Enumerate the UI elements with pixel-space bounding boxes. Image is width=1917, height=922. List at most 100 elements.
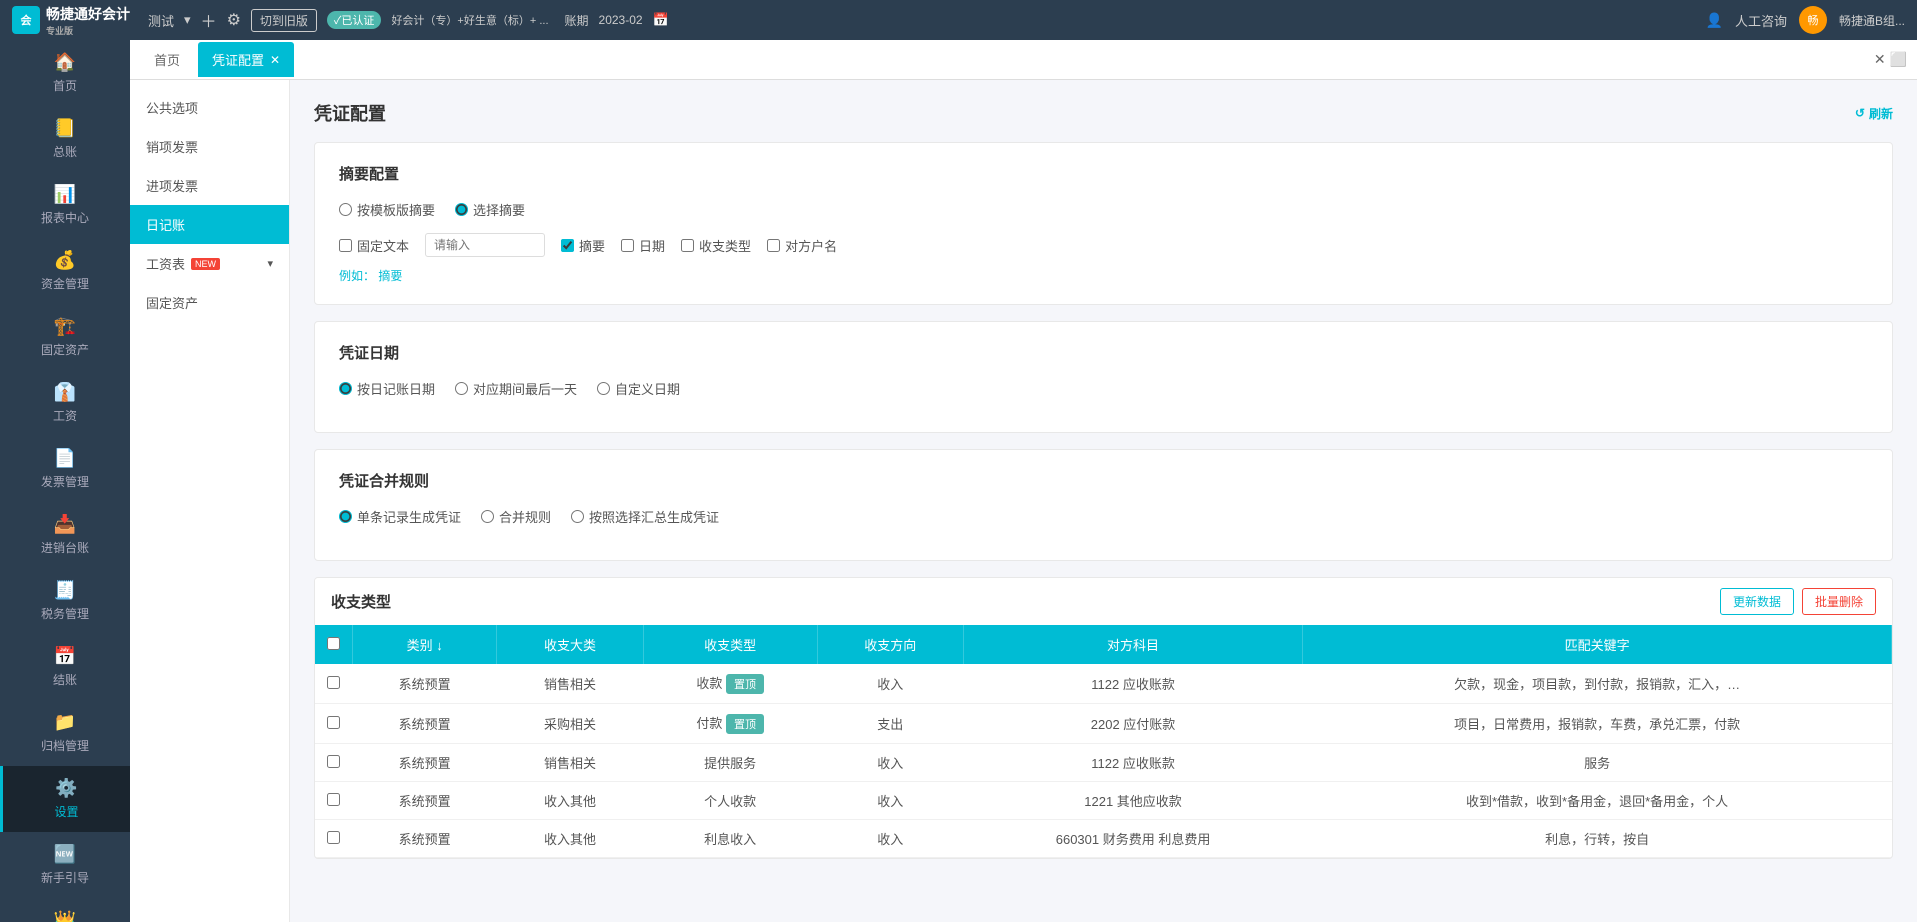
radio-last-day-input[interactable] [455, 382, 468, 395]
row2-checkbox[interactable] [327, 716, 340, 729]
radio-custom-date-input[interactable] [597, 382, 610, 395]
row3-checkbox[interactable] [327, 755, 340, 768]
sidebar-item-archive[interactable]: 📁 归档管理 [0, 700, 130, 766]
checkbox-type-input[interactable] [681, 239, 694, 252]
switch-version-button[interactable]: 切到旧版 [251, 9, 317, 32]
window-maximize-button[interactable]: ⬜ [1890, 51, 1907, 68]
sidebar-item-salary[interactable]: 👔 工资 [0, 370, 130, 436]
radio-template-input[interactable] [339, 203, 352, 216]
dropdown-icon[interactable]: ▾ [184, 12, 191, 28]
sidebar-label-guide: 新手引导 [41, 869, 89, 886]
row4-keywords: 收到*借款，收到*备用金，退回*备用金，个人 [1303, 782, 1892, 820]
radio-merge[interactable]: 合并规则 [481, 507, 551, 526]
radio-summary-gen-input[interactable] [571, 510, 584, 523]
row5-type: 利息收入 [643, 820, 817, 858]
row5-checkbox[interactable] [327, 831, 340, 844]
radio-merge-label: 合并规则 [499, 507, 551, 526]
checkbox-counterparty-input[interactable] [767, 239, 780, 252]
tab-voucher-config[interactable]: 凭证配置 ✕ [198, 42, 294, 77]
row1-reset-button[interactable]: 置顶 [726, 674, 764, 694]
row2-direction: 支出 [817, 704, 963, 744]
tab-close-icon[interactable]: ✕ [270, 53, 280, 67]
row1-keywords: 欠款，现金，项目款，到付款，报销款，汇入，… [1303, 664, 1892, 704]
left-nav-public-label: 公共选项 [146, 98, 198, 117]
select-all-checkbox[interactable] [327, 637, 340, 650]
checkbox-date-input[interactable] [621, 239, 634, 252]
left-nav-payroll-label: 工资表 [146, 254, 185, 273]
left-nav-fixed-assets[interactable]: 固定资产 [130, 283, 289, 322]
radio-merge-input[interactable] [481, 510, 494, 523]
left-nav-public[interactable]: 公共选项 [130, 88, 289, 127]
row3-keywords: 服务 [1303, 744, 1892, 782]
row5-checkbox-cell [315, 820, 353, 858]
sidebar-item-ledger[interactable]: 📒 总账 [0, 106, 130, 172]
sidebar-item-vip[interactable]: 👑 畅会员 [0, 898, 130, 922]
update-data-button[interactable]: 更新数据 [1720, 588, 1794, 615]
merge-section: 凭证合并规则 单条记录生成凭证 合并规则 按照选择汇总生成凭证 [314, 449, 1893, 561]
radio-summary-gen[interactable]: 按照选择汇总生成凭证 [571, 507, 719, 526]
sidebar-item-assets[interactable]: 🏗️ 固定资产 [0, 304, 130, 370]
page-title-text: 凭证配置 [314, 100, 386, 126]
help-icon: 👤 [1706, 12, 1723, 29]
row1-checkbox[interactable] [327, 676, 340, 689]
refresh-button[interactable]: ↺ 刷新 [1855, 105, 1893, 122]
logo: 会 畅捷通好会计 专业版 [12, 4, 130, 37]
radio-last-day[interactable]: 对应期间最后一天 [455, 379, 577, 398]
summary-section-title: 摘要配置 [339, 163, 1868, 184]
checkbox-counterparty[interactable]: 对方户名 [767, 236, 837, 255]
sidebar-item-guide[interactable]: 🆕 新手引导 [0, 832, 130, 898]
window-close-button[interactable]: ✕ [1874, 51, 1886, 68]
help-text[interactable]: 人工咨询 [1735, 11, 1787, 30]
radio-select[interactable]: 选择摘要 [455, 200, 525, 219]
radio-template[interactable]: 按模板版摘要 [339, 200, 435, 219]
sidebar-item-tax[interactable]: 🧾 税务管理 [0, 568, 130, 634]
checkbox-fixed-text[interactable]: 固定文本 [339, 236, 409, 255]
batch-delete-button[interactable]: 批量删除 [1802, 588, 1876, 615]
topbar-right: 👤 人工咨询 畅 畅捷通B组... [1706, 6, 1905, 34]
left-nav-sales-invoice[interactable]: 销项发票 [130, 127, 289, 166]
sidebar-item-home[interactable]: 🏠 首页 [0, 40, 130, 106]
sidebar-label-salary: 工资 [53, 407, 77, 424]
radio-custom-date[interactable]: 自定义日期 [597, 379, 680, 398]
row4-checkbox[interactable] [327, 793, 340, 806]
settings-gear-button[interactable]: ⚙ [227, 10, 241, 30]
radio-journal-date[interactable]: 按日记账日期 [339, 379, 435, 398]
avatar: 畅 [1799, 6, 1827, 34]
sidebar-item-finance[interactable]: 💰 资金管理 [0, 238, 130, 304]
payroll-arrow-icon: ▾ [267, 257, 273, 270]
row1-major: 销售相关 [497, 664, 643, 704]
checkbox-type[interactable]: 收支类型 [681, 236, 751, 255]
col-type-header: 收支类型 [643, 625, 817, 664]
sidebar-item-close[interactable]: 📅 结账 [0, 634, 130, 700]
table-actions: 更新数据 批量删除 [1720, 588, 1876, 615]
left-nav-journal[interactable]: 日记账 [130, 205, 289, 244]
sidebar-item-purchases[interactable]: 📥 进销台账 [0, 502, 130, 568]
radio-single-input[interactable] [339, 510, 352, 523]
radio-last-day-label: 对应期间最后一天 [473, 379, 577, 398]
calendar-icon[interactable]: 📅 [653, 12, 669, 28]
checkbox-date[interactable]: 日期 [621, 236, 665, 255]
radio-journal-date-input[interactable] [339, 382, 352, 395]
radio-single-label: 单条记录生成凭证 [357, 507, 461, 526]
checkbox-fixed-text-input[interactable] [339, 239, 352, 252]
radio-single[interactable]: 单条记录生成凭证 [339, 507, 461, 526]
sidebar-item-settings[interactable]: ⚙️ 设置 [0, 766, 130, 832]
tab-home[interactable]: 首页 [140, 42, 194, 77]
summary-section: 摘要配置 按模板版摘要 选择摘要 [314, 142, 1893, 305]
home-icon: 🏠 [54, 52, 76, 73]
sidebar: 🏠 首页 📒 总账 📊 报表中心 💰 资金管理 🏗️ 固定资产 👔 工资 📄 发… [0, 40, 130, 922]
row2-reset-button[interactable]: 置顶 [726, 714, 764, 734]
row2-type-label: 付款 [696, 716, 722, 731]
left-nav-purchase-invoice[interactable]: 进项发票 [130, 166, 289, 205]
fixed-text-input[interactable] [425, 233, 545, 257]
tab-voucher-config-label: 凭证配置 [212, 50, 264, 69]
checkbox-counterparty-label: 对方户名 [785, 236, 837, 255]
left-nav-payroll[interactable]: 工资表 NEW ▾ [130, 244, 289, 283]
sidebar-item-reports[interactable]: 📊 报表中心 [0, 172, 130, 238]
module-label: 测试 [148, 11, 174, 30]
add-button[interactable]: ＋ [201, 8, 217, 32]
checkbox-summary[interactable]: 摘要 [561, 236, 605, 255]
checkbox-summary-input[interactable] [561, 239, 574, 252]
sidebar-item-invoices[interactable]: 📄 发票管理 [0, 436, 130, 502]
radio-select-input[interactable] [455, 203, 468, 216]
